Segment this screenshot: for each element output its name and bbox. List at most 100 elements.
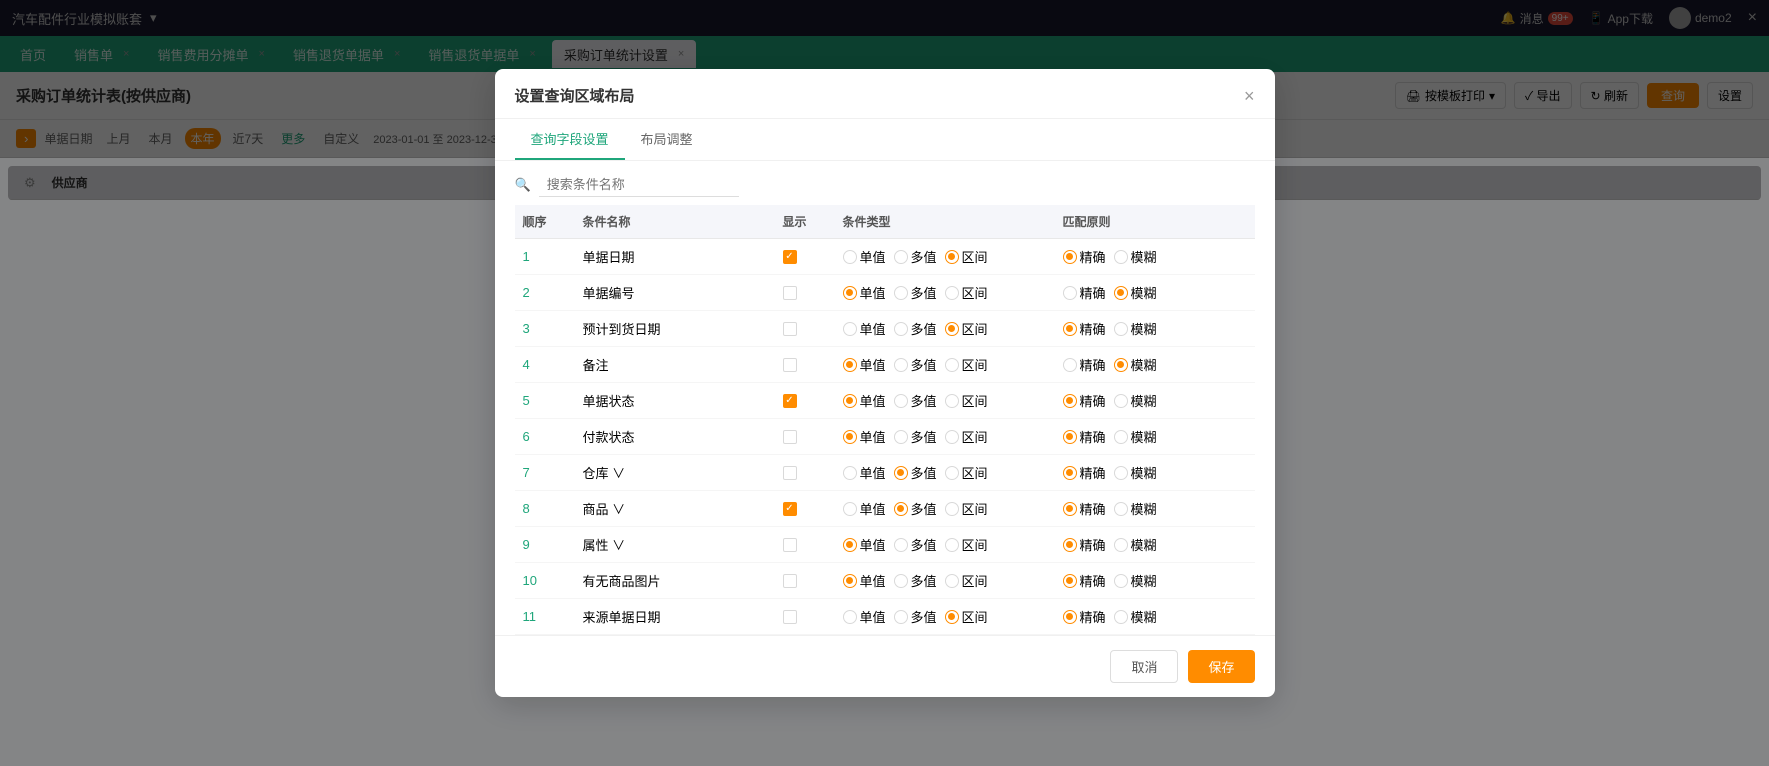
dialog-close-button[interactable]: × [1244,87,1255,105]
match-radio-item[interactable]: 精确 [1063,427,1106,446]
cell-name: 仓库 ∨ [575,463,775,482]
match-radio-dot [1063,322,1077,336]
radio-label: 区间 [962,571,988,590]
match-radio-item[interactable]: 精确 [1063,499,1106,518]
type-radio-item[interactable]: 区间 [945,355,988,374]
radio-label: 区间 [962,607,988,626]
type-radio-item[interactable]: 单值 [843,571,886,590]
cell-type: 单值多值 区间 [835,571,1055,590]
display-checkbox[interactable] [783,286,797,300]
cancel-button[interactable]: 取消 [1110,650,1178,683]
type-radio-item[interactable]: 多值 [894,283,937,302]
type-radio-item[interactable]: 单值 [843,247,886,266]
search-input[interactable] [539,173,739,197]
dialog-tab-layout[interactable]: 布局调整 [625,119,709,160]
radio-label: 区间 [962,427,988,446]
match-radio-item[interactable]: 模糊 [1114,319,1157,338]
match-radio-item[interactable]: 模糊 [1114,283,1157,302]
type-radio-item[interactable]: 多值 [894,607,937,626]
type-radio-item[interactable]: 单值 [843,391,886,410]
type-radio-item[interactable]: 区间 [945,391,988,410]
order-number: 4 [523,357,530,372]
match-radio-item[interactable]: 精确 [1063,319,1106,338]
match-radio-item[interactable]: 精确 [1063,283,1106,302]
match-radio-item[interactable]: 模糊 [1114,607,1157,626]
radio-label: 多值 [911,247,937,266]
radio-dot [945,250,959,264]
match-radio-dot [1114,502,1128,516]
type-radio-item[interactable]: 多值 [894,499,937,518]
type-radio-item[interactable]: 单值 [843,319,886,338]
type-radio-item[interactable]: 单值 [843,283,886,302]
type-radio-item[interactable]: 多值 [894,535,937,554]
type-radio-item[interactable]: 单值 [843,355,886,374]
match-radio-item[interactable]: 精确 [1063,391,1106,410]
radio-label: 区间 [962,535,988,554]
type-radio-item[interactable]: 单值 [843,427,886,446]
match-radio-item[interactable]: 模糊 [1114,535,1157,554]
radio-dot [843,466,857,480]
cell-type: 单值多值 区间 [835,463,1055,482]
display-checkbox[interactable] [783,430,797,444]
match-radio-item[interactable]: 模糊 [1114,463,1157,482]
match-radio-label: 模糊 [1131,571,1157,590]
radio-label: 区间 [962,355,988,374]
order-number: 9 [523,537,530,552]
type-radio-group: 单值 多值 区间 [843,607,988,626]
match-radio-label: 精确 [1080,463,1106,482]
type-radio-item[interactable]: 多值 [894,319,937,338]
match-radio-item[interactable]: 模糊 [1114,427,1157,446]
match-radio-item[interactable]: 精确 [1063,607,1106,626]
type-radio-item[interactable]: 区间 [945,247,988,266]
type-radio-item[interactable]: 多值 [894,355,937,374]
match-radio-item[interactable]: 精确 [1063,571,1106,590]
type-radio-group: 单值多值 区间 [843,535,988,554]
type-radio-group: 单值多值区间 [843,319,988,338]
match-radio-item[interactable]: 精确 [1063,247,1106,266]
display-checkbox[interactable] [783,574,797,588]
match-radio-item[interactable]: 模糊 [1114,499,1157,518]
match-radio-dot [1114,286,1128,300]
dialog-tab-fields[interactable]: 查询字段设置 [515,119,625,160]
type-radio-item[interactable]: 区间 [945,427,988,446]
type-radio-item[interactable]: 区间 [945,571,988,590]
type-radio-item[interactable]: 区间 [945,283,988,302]
display-checkbox[interactable] [783,466,797,480]
display-checkbox[interactable] [783,394,797,408]
match-radio-item[interactable]: 精确 [1063,463,1106,482]
type-radio-item[interactable]: 区间 [945,499,988,518]
dialog-footer: 取消 保存 [495,635,1275,697]
display-checkbox[interactable] [783,358,797,372]
type-radio-item[interactable]: 多值 [894,427,937,446]
type-radio-item[interactable]: 区间 [945,535,988,554]
type-radio-item[interactable]: 多值 [894,571,937,590]
type-radio-item[interactable]: 区间 [945,463,988,482]
type-radio-item[interactable]: 多值 [894,247,937,266]
radio-label: 单值 [860,355,886,374]
match-radio-item[interactable]: 模糊 [1114,247,1157,266]
display-checkbox[interactable] [783,538,797,552]
match-radio-dot [1063,574,1077,588]
display-checkbox[interactable] [783,322,797,336]
display-checkbox[interactable] [783,250,797,264]
type-radio-item[interactable]: 多值 [894,463,937,482]
type-radio-item[interactable]: 区间 [945,319,988,338]
type-radio-item[interactable]: 单值 [843,535,886,554]
type-radio-item[interactable]: 单值 [843,499,886,518]
radio-label: 区间 [962,463,988,482]
save-button[interactable]: 保存 [1188,650,1254,683]
display-checkbox[interactable] [783,610,797,624]
radio-label: 多值 [911,607,937,626]
type-radio-item[interactable]: 单值 [843,607,886,626]
radio-dot [843,574,857,588]
match-radio-item[interactable]: 精确 [1063,535,1106,554]
type-radio-item[interactable]: 多值 [894,391,937,410]
match-radio-item[interactable]: 精确 [1063,355,1106,374]
display-checkbox[interactable] [783,502,797,516]
match-radio-item[interactable]: 模糊 [1114,355,1157,374]
cell-name: 属性 ∨ [575,535,775,554]
match-radio-item[interactable]: 模糊 [1114,571,1157,590]
type-radio-item[interactable]: 单值 [843,463,886,482]
type-radio-item[interactable]: 区间 [945,607,988,626]
match-radio-item[interactable]: 模糊 [1114,391,1157,410]
